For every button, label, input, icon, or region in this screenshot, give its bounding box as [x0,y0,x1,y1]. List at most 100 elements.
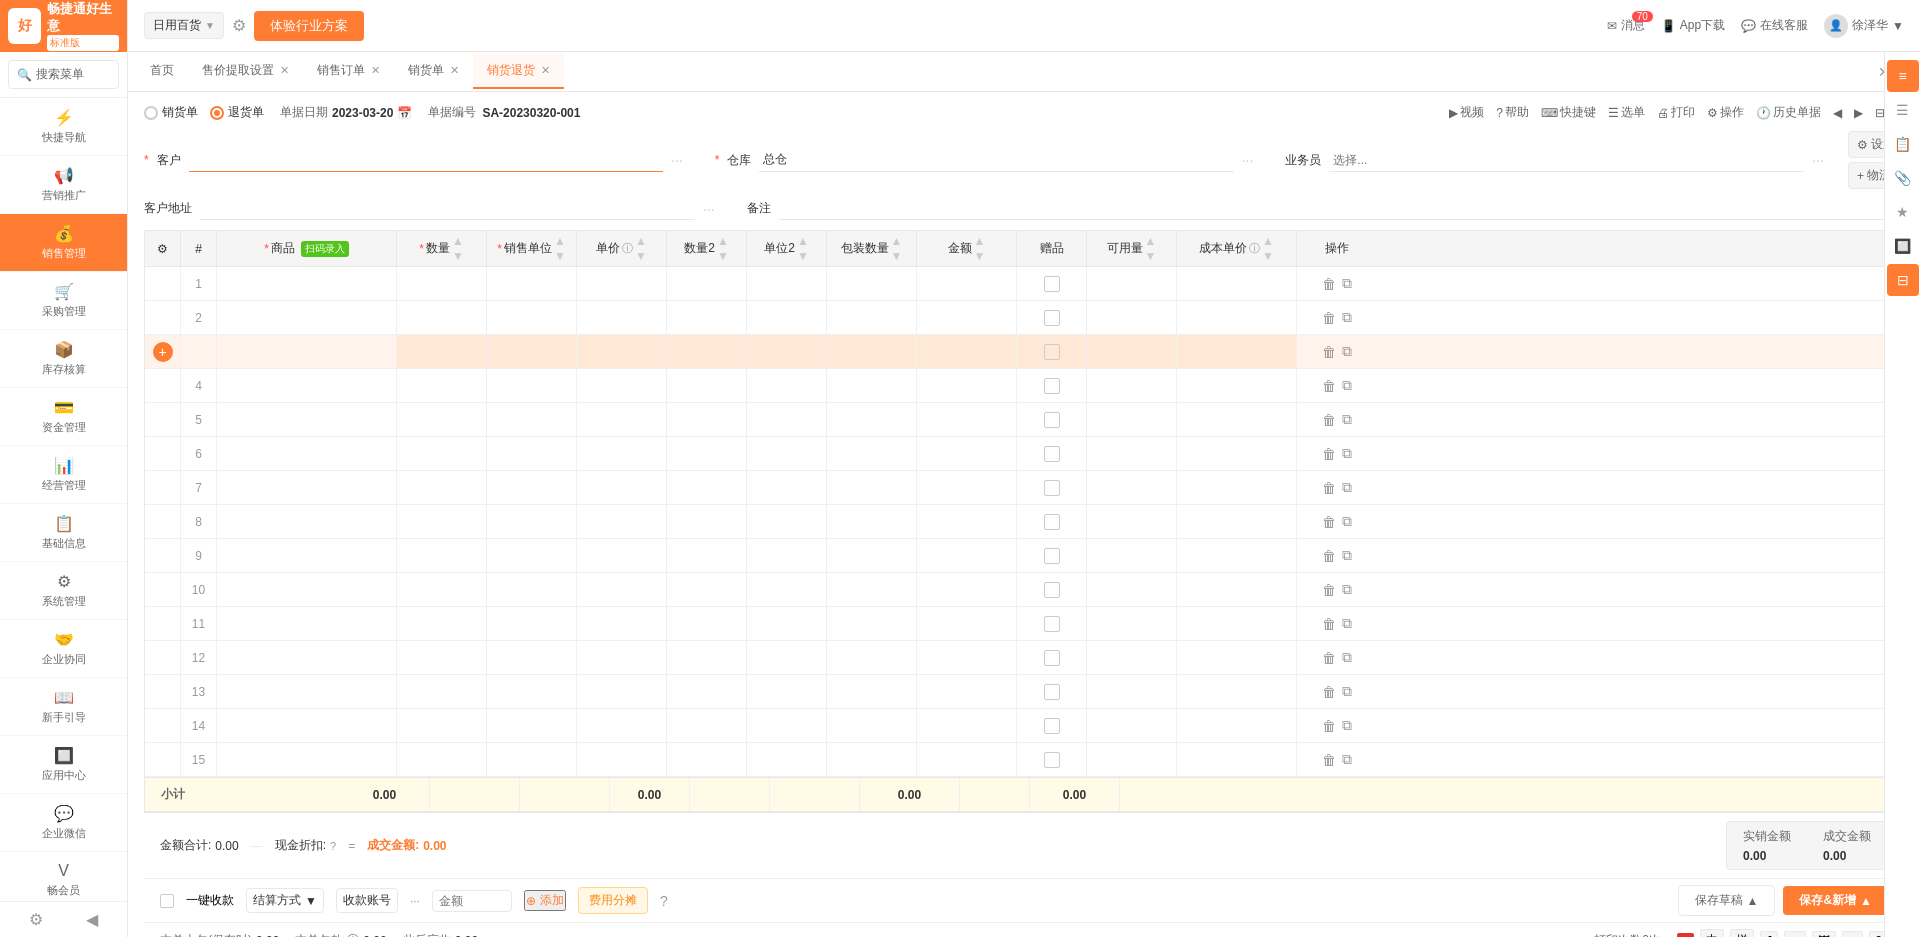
sidebar-settings-button[interactable]: ⚙ [29,910,43,929]
payment-amount-input[interactable] [432,890,512,912]
warehouse-more-icon[interactable]: ··· [1242,152,1254,168]
row-8-product-input[interactable] [221,515,392,529]
s-icon[interactable]: S [1677,933,1694,938]
row-15-product-input[interactable] [221,753,392,767]
row-1-avail-input[interactable] [1091,277,1172,291]
row-3-product-input[interactable] [221,345,392,359]
address-more-icon[interactable]: ··· [703,201,715,217]
row-3-copy-icon[interactable]: ⧉ [1342,343,1352,360]
row-1-cost[interactable] [1177,267,1297,300]
user-menu[interactable]: 👤 徐泽华 ▼ [1824,14,1904,38]
sidebar-item-apps[interactable]: 🔲 应用中心 [0,736,127,794]
row-1-avail[interactable] [1087,267,1177,300]
row-14-delete-icon[interactable]: 🗑 [1322,718,1336,734]
row-3-avail[interactable] [1087,335,1177,368]
video-link[interactable]: ▶ 视频 [1449,104,1484,121]
row-3-gift-checkbox[interactable] [1044,344,1060,360]
payment-add-button[interactable]: ⊕ 添加 [524,890,566,911]
warehouse-input[interactable] [759,149,1233,172]
save-new-button[interactable]: 保存&新增 ▲ [1783,886,1888,915]
sidebar-item-finance[interactable]: 💳 资金管理 [0,388,127,446]
row-7-copy-icon[interactable]: ⧉ [1342,479,1352,496]
fee-split-button[interactable]: 费用分摊 [578,887,648,914]
row-14-product-input[interactable] [221,719,392,733]
history-link[interactable]: 🕐 历史单据 [1756,104,1821,121]
row-1-copy-icon[interactable]: ⧉ [1342,275,1352,292]
tab-price-setting-close[interactable]: ✕ [280,64,289,77]
row-7-gift-checkbox[interactable] [1044,480,1060,496]
row-2-pack[interactable] [827,301,917,334]
row-2-product[interactable] [217,301,397,334]
row-5-copy-icon[interactable]: ⧉ [1342,411,1352,428]
sidebar-item-guide[interactable]: 📖 新手引导 [0,678,127,736]
row-3-cost[interactable] [1177,335,1297,368]
row-13-copy-icon[interactable]: ⧉ [1342,683,1352,700]
row-2-delete-icon[interactable]: 🗑 [1322,310,1336,326]
row-2-unit2[interactable] [747,301,827,334]
tab-sales-order[interactable]: 销售订单 ✕ [303,54,394,89]
row-2-price[interactable] [577,301,667,334]
float-btn-7[interactable]: ⊟ [1887,264,1919,296]
row-1-gift[interactable] [1017,267,1087,300]
row-2-cost[interactable] [1177,301,1297,334]
row-5-delete-icon[interactable]: 🗑 [1322,412,1336,428]
row-1-unit-input[interactable] [491,277,572,291]
row-11-copy-icon[interactable]: ⧉ [1342,615,1352,632]
customer-input[interactable] [189,149,663,172]
col-header-settings[interactable]: ⚙ [145,231,181,266]
row-1-product-input[interactable] [221,277,392,291]
float-btn-3[interactable]: 📋 [1887,128,1919,160]
tab-sales-delivery[interactable]: 销货单 ✕ [394,54,473,89]
category-select[interactable]: 日用百货 ▼ [144,12,224,39]
row-2-gift[interactable] [1017,301,1087,334]
address-input[interactable] [200,197,695,220]
sidebar-item-system[interactable]: ⚙ 系统管理 [0,562,127,620]
row-3-qty2[interactable] [667,335,747,368]
row-13-gift-checkbox[interactable] [1044,684,1060,700]
row-15-copy-icon[interactable]: ⧉ [1342,751,1352,768]
row-4-copy-icon[interactable]: ⧉ [1342,377,1352,394]
row-1-qty-input[interactable] [401,277,482,291]
tab-sales-order-close[interactable]: ✕ [371,64,380,77]
row-1-unit2[interactable] [747,267,827,300]
sidebar-collapse-button[interactable]: ◀ [86,910,98,929]
row-11-gift-checkbox[interactable] [1044,616,1060,632]
image-toolbar-icon[interactable]: 🖼 [1812,931,1836,938]
upload-toolbar-icon[interactable]: △ [1842,931,1863,938]
payment-help-icon[interactable]: ? [660,893,668,909]
row-1-delete-icon[interactable]: 🗑 [1322,276,1336,292]
row-10-gift-checkbox[interactable] [1044,582,1060,598]
row-8-delete-icon[interactable]: 🗑 [1322,514,1336,530]
price-info-icon[interactable]: ⓘ [622,241,633,256]
sidebar-search-button[interactable]: 🔍 搜索菜单 [8,60,119,89]
row-3-unit[interactable] [487,335,577,368]
row-13-product-input[interactable] [221,685,392,699]
row-10-copy-icon[interactable]: ⧉ [1342,581,1352,598]
row-9-copy-icon[interactable]: ⧉ [1342,547,1352,564]
float-btn-2[interactable]: ☰ [1887,94,1919,126]
select-link[interactable]: ☰ 选单 [1608,104,1645,121]
float-btn-6[interactable]: 🔲 [1887,230,1919,262]
row-3-pack[interactable] [827,335,917,368]
row-10-delete-icon[interactable]: 🗑 [1322,582,1336,598]
row-11-product-input[interactable] [221,617,392,631]
row-8-copy-icon[interactable]: ⧉ [1342,513,1352,530]
row-13-delete-icon[interactable]: 🗑 [1322,684,1336,700]
row-6-gift-checkbox[interactable] [1044,446,1060,462]
sidebar-item-inventory[interactable]: 📦 库存核算 [0,330,127,388]
row-12-delete-icon[interactable]: 🗑 [1322,650,1336,666]
operate-link[interactable]: ⚙ 操作 [1707,104,1744,121]
row-1-cost-input[interactable] [1181,277,1292,291]
row-1-gift-checkbox[interactable] [1044,276,1060,292]
sidebar-item-basic[interactable]: 📋 基础信息 [0,504,127,562]
row-12-gift-checkbox[interactable] [1044,650,1060,666]
row-2-avail[interactable] [1087,301,1177,334]
add-toolbar-icon[interactable]: ⊕ [1784,931,1806,938]
row-14-copy-icon[interactable]: ⧉ [1342,717,1352,734]
row-2-copy-icon[interactable]: ⧉ [1342,309,1352,326]
discount-info-icon[interactable]: ? [330,840,336,852]
sidebar-item-marketing[interactable]: 📢 营销推广 [0,156,127,214]
row-1-price-input[interactable] [581,277,662,291]
sidebar-item-sales[interactable]: 💰 销售管理 [0,214,127,272]
save-draft-button[interactable]: 保存草稿 ▲ [1678,885,1776,916]
